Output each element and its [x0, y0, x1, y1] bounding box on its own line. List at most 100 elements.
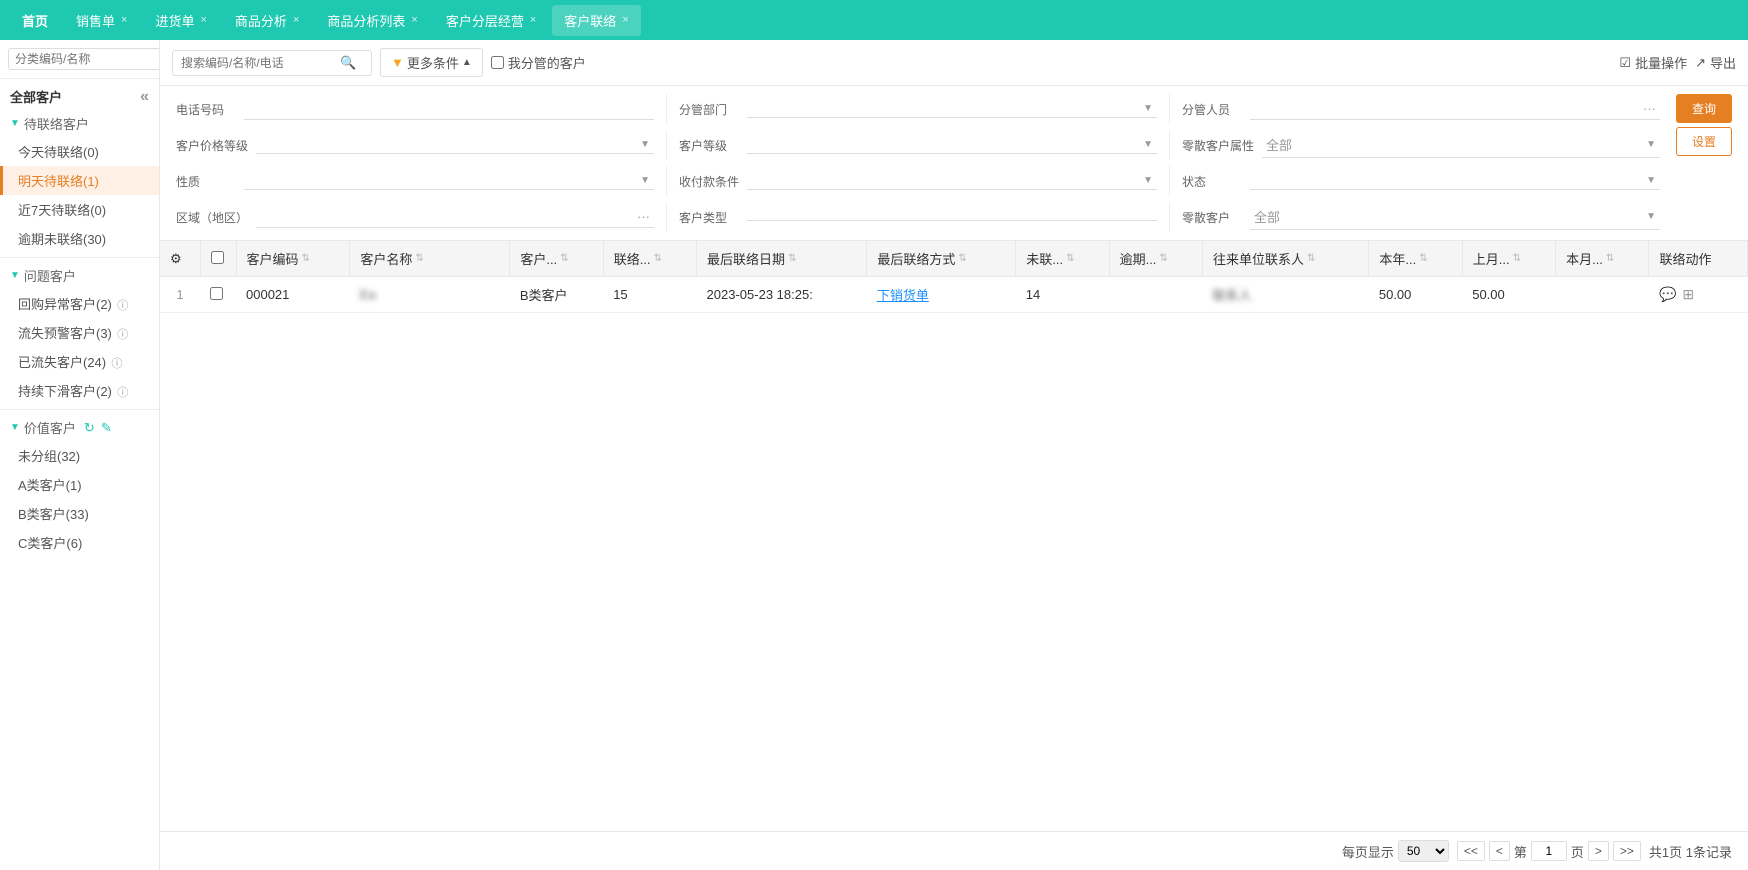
filter-region-field: 区域（地区） ··· — [176, 206, 654, 228]
filter-retail-customer-select[interactable]: 全部 ▼ — [1250, 204, 1660, 230]
filter-level-field: 客户等级 ▼ — [679, 136, 1157, 154]
filter-customer-type-select[interactable] — [747, 214, 1157, 221]
sidebar-item-7days[interactable]: 近7天待联络(0) — [0, 195, 159, 224]
filter-retail-attr-value: 全部 — [1266, 135, 1292, 154]
sort-this-year-icon[interactable]: ⇅ — [1419, 253, 1427, 264]
table-settings-icon[interactable]: ⚙ — [170, 251, 182, 266]
nav-tab-product-analysis-close[interactable]: × — [293, 14, 299, 26]
sidebar-item-tomorrow[interactable]: 明天待联络(1) — [0, 166, 159, 195]
batch-action-btn[interactable]: ☑ 批量操作 — [1619, 53, 1687, 72]
sort-this-month-icon[interactable]: ⇅ — [1606, 253, 1614, 264]
filter-price-chevron: ▼ — [640, 139, 650, 150]
sort-last-date-icon[interactable]: ⇅ — [788, 253, 796, 264]
footer: 每页显示 50 100 200 << < 第 页 > >> 共1页 1条记录 — [160, 831, 1748, 870]
settings-button[interactable]: 设置 — [1676, 127, 1732, 156]
filter-divider-2 — [1169, 94, 1170, 124]
filter-status-select[interactable]: ▼ — [1250, 172, 1660, 190]
row-last-date: 2023-05-23 18:25: — [697, 277, 867, 313]
nav-tab-product-analysis[interactable]: 商品分析 × — [223, 5, 311, 36]
nav-tab-customer-contact[interactable]: 客户联络 × — [552, 5, 640, 36]
sidebar-item-class-b[interactable]: B类客户(33) — [0, 499, 159, 528]
per-page-select[interactable]: 50 100 200 — [1398, 840, 1449, 862]
sidebar-item-today[interactable]: 今天待联络(0) — [0, 137, 159, 166]
next-page-btn[interactable]: > — [1588, 841, 1609, 861]
filter-gender-field: 性质 ▼ — [176, 172, 654, 190]
page-label: 第 — [1514, 842, 1527, 861]
sidebar-item-repurchase-abnormal[interactable]: 回购异常客户(2) ⓘ — [0, 289, 159, 318]
row-action-more-icon[interactable]: ⊞ — [1682, 286, 1694, 303]
filter-region-dots[interactable]: ··· — [637, 209, 650, 224]
nav-tab-purchase-close[interactable]: × — [200, 14, 206, 26]
nav-tab-purchase-label: 进货单 — [155, 11, 194, 30]
nav-tab-purchase[interactable]: 进货单 × — [143, 5, 218, 36]
my-customers-checkbox-label[interactable]: 我分管的客户 — [491, 53, 586, 72]
sidebar-all-customers[interactable]: 全部客户 « — [0, 79, 159, 110]
nav-tab-customer-tier-close[interactable]: × — [530, 14, 536, 26]
filter-region-select[interactable]: ··· — [256, 206, 654, 228]
sort-type-icon[interactable]: ⇅ — [560, 253, 568, 264]
row-contact-count: 15 — [603, 277, 696, 313]
row-checkbox[interactable] — [210, 287, 223, 300]
filter-more-btn[interactable]: ▼ 更多条件 ▲ — [380, 48, 483, 77]
filter-row-3: 性质 ▼ 收付款条件 ▼ — [176, 166, 1660, 196]
sidebar-search-input[interactable] — [8, 48, 160, 70]
nav-home[interactable]: 首页 — [10, 5, 60, 36]
search-input[interactable] — [181, 56, 336, 70]
filter-row-2: 客户价格等级 ▼ 客户等级 ▼ — [176, 130, 1660, 160]
value-edit-icon[interactable]: ✎ — [101, 420, 112, 436]
filter-phone-input[interactable] — [244, 99, 654, 120]
table-select-all-checkbox[interactable] — [211, 251, 224, 264]
value-refresh-icon[interactable]: ↻ — [84, 420, 95, 436]
filter-retail-customer-field: 零散客户 全部 ▼ — [1182, 204, 1660, 230]
nav-tab-customer-tier[interactable]: 客户分层经营 × — [434, 5, 548, 36]
filter-person-select[interactable]: ··· — [1250, 98, 1660, 120]
nav-tab-product-list[interactable]: 商品分析列表 × — [315, 5, 429, 36]
sidebar-item-ungrouped[interactable]: 未分组(32) — [0, 441, 159, 470]
sort-last-method-icon[interactable]: ⇅ — [958, 253, 966, 264]
filter-phone-field: 电话号码 — [176, 99, 654, 120]
filter-dept-select[interactable]: ▼ — [747, 100, 1157, 118]
filter-row-4: 区域（地区） ··· 客户类型 — [176, 202, 1660, 232]
filter-price-select[interactable]: ▼ — [256, 136, 654, 154]
filter-gender-label: 性质 — [176, 173, 236, 190]
first-page-btn[interactable]: << — [1457, 841, 1485, 861]
sort-un-contact-icon[interactable]: ⇅ — [1066, 253, 1074, 264]
query-button[interactable]: 查询 — [1676, 94, 1732, 123]
sidebar-collapse-icon[interactable]: « — [140, 88, 149, 106]
sidebar-item-class-c[interactable]: C类客户(6) — [0, 528, 159, 557]
sort-name-icon[interactable]: ⇅ — [415, 253, 423, 264]
sidebar-item-churn-warning[interactable]: 流失预警客户(3) ⓘ — [0, 318, 159, 347]
filter-phone-label: 电话号码 — [176, 101, 236, 118]
sort-code-icon[interactable]: ⇅ — [302, 253, 310, 264]
row-name: Ea — [350, 277, 510, 313]
filter-retail-attr-select[interactable]: 全部 ▼ — [1262, 132, 1660, 158]
filter-level-select[interactable]: ▼ — [747, 136, 1157, 154]
sort-contact-count-icon[interactable]: ⇅ — [654, 253, 662, 264]
sort-overdue-icon[interactable]: ⇅ — [1159, 253, 1167, 264]
page-end-label: 页 — [1571, 842, 1584, 861]
sort-last-month-icon[interactable]: ⇅ — [1513, 253, 1521, 264]
sidebar-item-declining[interactable]: 持续下滑客户(2) ⓘ — [0, 376, 159, 405]
my-customers-checkbox[interactable] — [491, 56, 504, 69]
prev-page-btn[interactable]: < — [1489, 841, 1510, 861]
sort-contact-person-icon[interactable]: ⇅ — [1307, 253, 1315, 264]
nav-tab-sales[interactable]: 销售单 × — [64, 5, 139, 36]
search-bar-icon[interactable]: 🔍 — [340, 55, 356, 71]
row-action-contact-icon[interactable]: 💬 — [1659, 286, 1676, 303]
sidebar-item-churned[interactable]: 已流失客户(24) ⓘ — [0, 347, 159, 376]
col-code: 客户编码 ⇅ — [236, 241, 350, 277]
filter-person-field: 分管人员 ··· — [1182, 98, 1660, 120]
nav-tab-sales-close[interactable]: × — [121, 14, 127, 26]
nav-tab-customer-contact-close[interactable]: × — [622, 14, 628, 26]
export-btn[interactable]: ↗ 导出 — [1695, 53, 1736, 72]
filter-gender-select[interactable]: ▼ — [244, 172, 654, 190]
last-page-btn[interactable]: >> — [1613, 841, 1641, 861]
nav-tab-product-analysis-label: 商品分析 — [235, 11, 287, 30]
filter-payment-select[interactable]: ▼ — [747, 172, 1157, 190]
nav-tab-product-list-close[interactable]: × — [411, 14, 417, 26]
filter-person-dots[interactable]: ··· — [1643, 101, 1656, 116]
page-number-input[interactable] — [1531, 841, 1567, 861]
row-checkbox-cell — [200, 277, 236, 313]
sidebar-item-class-a[interactable]: A类客户(1) — [0, 470, 159, 499]
sidebar-item-overdue[interactable]: 逾期未联络(30) — [0, 224, 159, 253]
